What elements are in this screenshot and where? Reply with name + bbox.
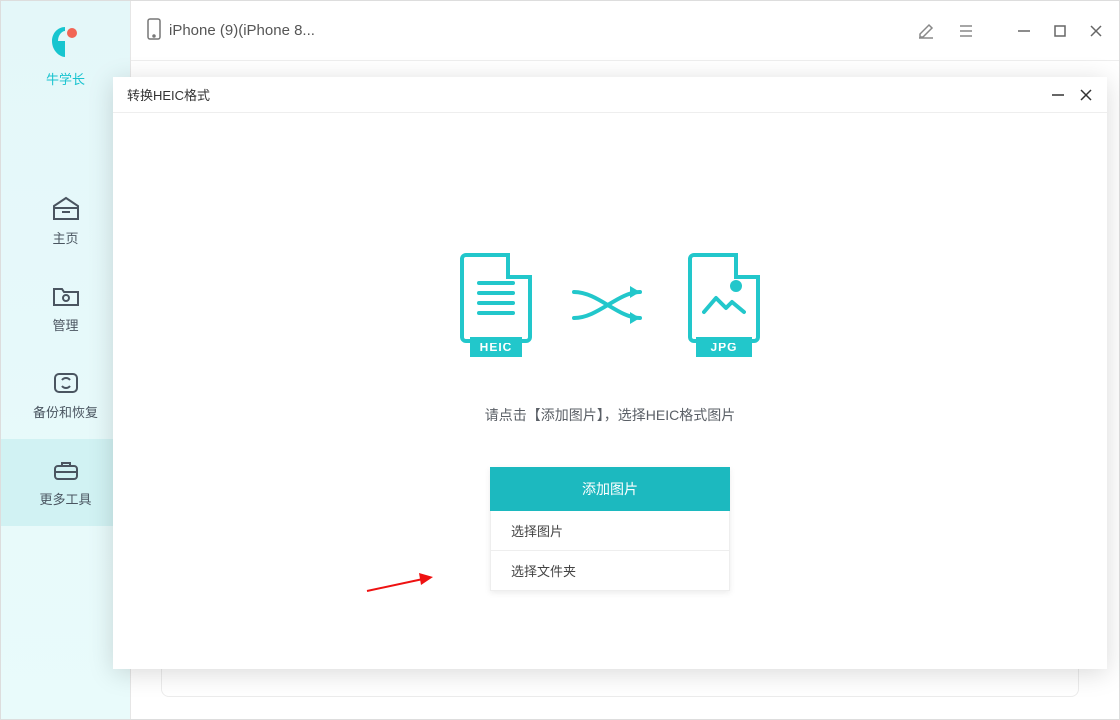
add-image-control: 添加图片 选择图片 选择文件夹 bbox=[490, 467, 730, 591]
toolbox-icon bbox=[51, 457, 81, 483]
sidebar-item-more-tools[interactable]: 更多工具 bbox=[1, 439, 130, 526]
device-indicator[interactable]: iPhone (9)(iPhone 8... bbox=[147, 18, 315, 44]
convert-heic-modal: 转换HEIC格式 HEIC bbox=[113, 77, 1107, 669]
menu-select-image[interactable]: 选择图片 bbox=[490, 511, 730, 551]
sync-icon bbox=[51, 370, 81, 396]
minimize-button[interactable] bbox=[1017, 24, 1031, 38]
modal-body: HEIC bbox=[113, 113, 1107, 669]
home-icon bbox=[51, 196, 81, 222]
phone-icon bbox=[147, 18, 161, 44]
menu-item-label: 选择图片 bbox=[511, 521, 563, 540]
sidebar-item-manage[interactable]: 管理 bbox=[1, 265, 130, 352]
red-arrow-annotation bbox=[365, 573, 435, 595]
device-label: iPhone (9)(iPhone 8... bbox=[169, 22, 315, 39]
folder-gear-icon bbox=[51, 283, 81, 309]
add-image-button-label: 添加图片 bbox=[582, 479, 638, 499]
sidebar: 牛学长 主页 bbox=[1, 1, 131, 719]
brand-logo-icon bbox=[48, 23, 82, 61]
brand-name: 牛学长 bbox=[46, 69, 85, 88]
nav-items: 主页 管理 备份和 bbox=[1, 178, 130, 526]
modal-minimize-button[interactable] bbox=[1051, 88, 1065, 102]
add-image-menu: 选择图片 选择文件夹 bbox=[490, 511, 730, 591]
app-window: 牛学长 主页 bbox=[0, 0, 1120, 720]
sidebar-item-label: 主页 bbox=[52, 228, 78, 247]
sidebar-item-label: 管理 bbox=[52, 315, 78, 334]
brand: 牛学长 bbox=[46, 23, 85, 88]
maximize-button[interactable] bbox=[1053, 24, 1067, 38]
modal-title: 转换HEIC格式 bbox=[127, 85, 210, 104]
header-right bbox=[917, 22, 1103, 40]
window-controls bbox=[1017, 24, 1103, 38]
add-image-button[interactable]: 添加图片 bbox=[490, 467, 730, 511]
modal-close-button[interactable] bbox=[1079, 88, 1093, 102]
list-icon[interactable] bbox=[957, 22, 975, 40]
sidebar-item-label: 更多工具 bbox=[39, 489, 91, 508]
menu-item-label: 选择文件夹 bbox=[511, 561, 576, 580]
instruction-text: 请点击【添加图片】，选择HEIC格式图片 bbox=[485, 405, 735, 425]
swap-arrows-icon bbox=[568, 280, 652, 330]
sidebar-item-label: 备份和恢复 bbox=[33, 402, 98, 421]
convert-illustration: HEIC bbox=[460, 253, 760, 357]
menu-select-folder[interactable]: 选择文件夹 bbox=[490, 551, 730, 591]
header: iPhone (9)(iPhone 8... bbox=[131, 1, 1119, 61]
modal-titlebar: 转换HEIC格式 bbox=[113, 77, 1107, 113]
close-button[interactable] bbox=[1089, 24, 1103, 38]
sidebar-item-home[interactable]: 主页 bbox=[1, 178, 130, 265]
edit-icon[interactable] bbox=[917, 22, 935, 40]
sidebar-item-backup[interactable]: 备份和恢复 bbox=[1, 352, 130, 439]
heic-file-icon: HEIC bbox=[460, 253, 532, 357]
jpg-file-icon: JPG bbox=[688, 253, 760, 357]
